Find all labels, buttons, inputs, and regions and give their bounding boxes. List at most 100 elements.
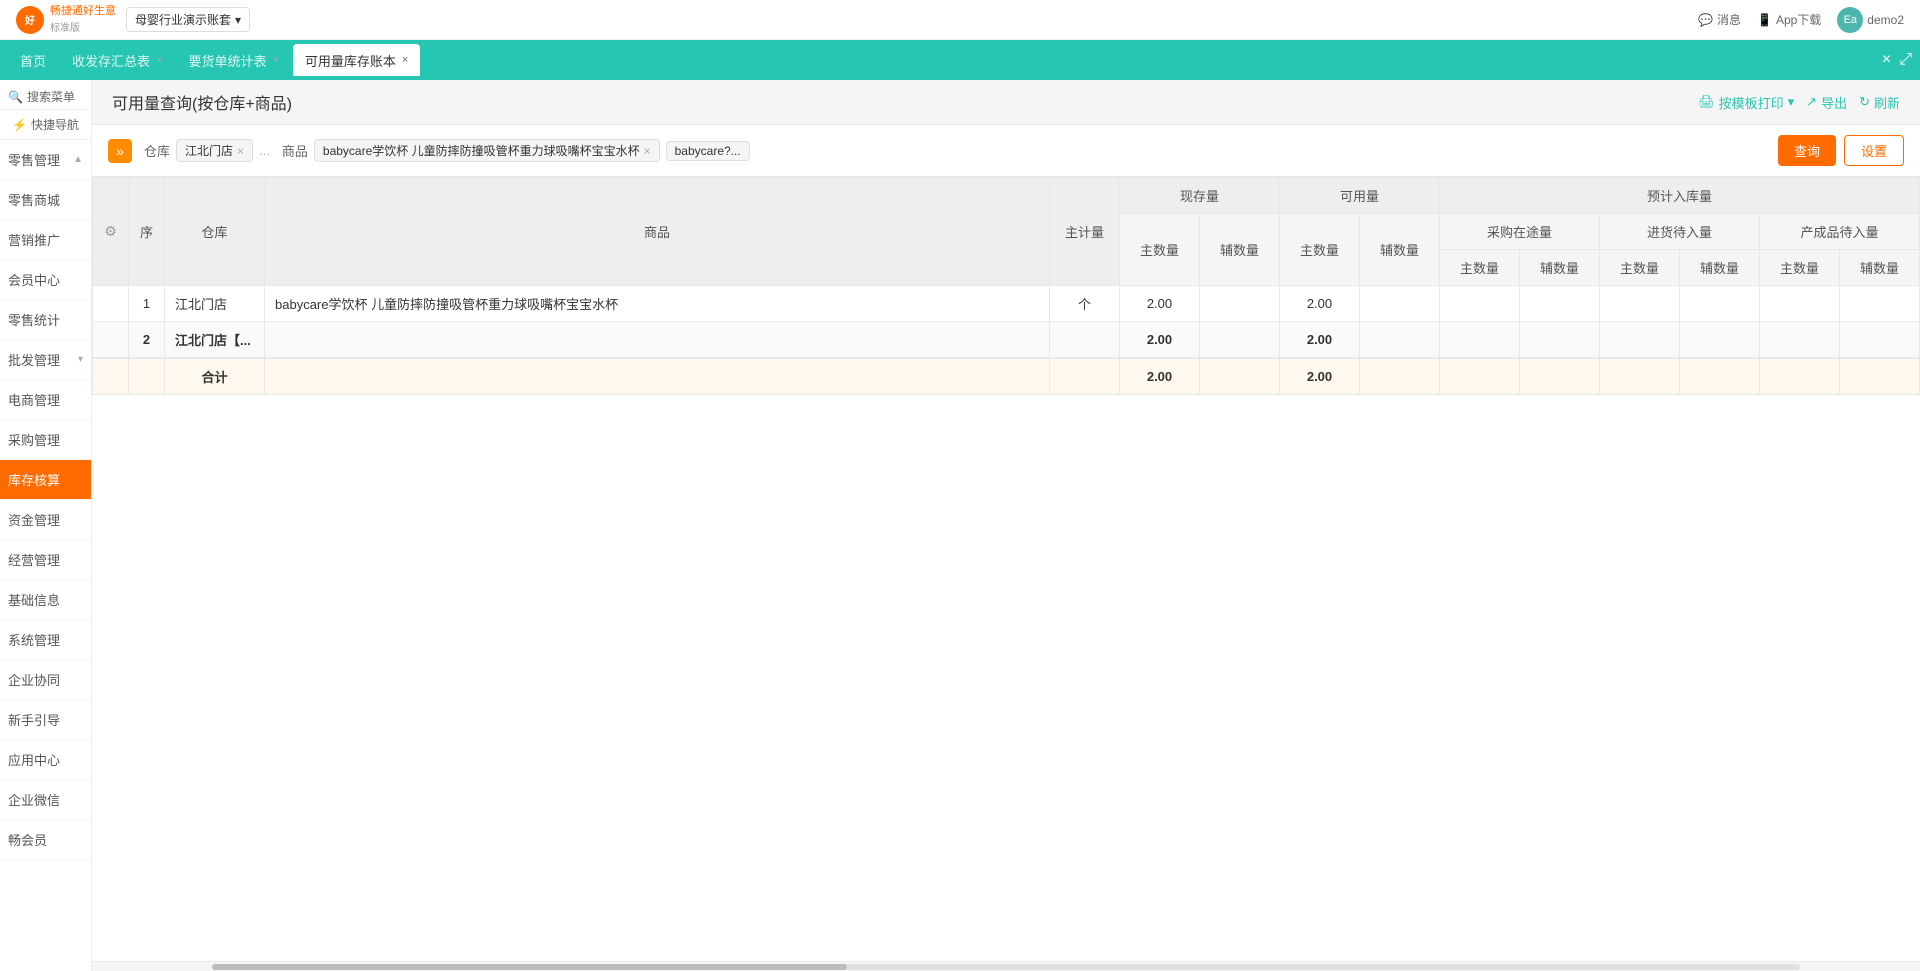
filter-toggle-button[interactable]: » (108, 139, 132, 163)
filter-area: » 仓库 江北门店 × ... 商品 babycare学饮杯 儿童防摔防撞吸管杯… (92, 125, 1920, 177)
warehouse-tag-remove[interactable]: × (237, 144, 244, 158)
product-filter-label: 商品 (282, 141, 308, 160)
export-button[interactable]: ↗ 导出 (1806, 93, 1847, 112)
sidebar-item-basic-info[interactable]: 基础信息 (0, 580, 91, 620)
footer-no (129, 358, 165, 395)
sidebar-item-inventory-check[interactable]: 库存核算 (0, 460, 91, 500)
sidebar-item-label: 批发管理 (8, 350, 60, 369)
tab-orders[interactable]: 要货单统计表 × (176, 44, 290, 76)
row-warehouse: 江北门店 (165, 286, 265, 322)
message-label: 消息 (1717, 11, 1741, 28)
warehouse-more-dots[interactable]: ... (259, 143, 270, 158)
sidebar-item-label: 库存核算 (8, 470, 60, 489)
sidebar-item-retail-stats[interactable]: 零售统计 (0, 300, 91, 340)
logo-text: 畅捷通好生意 标准版 (50, 5, 116, 33)
sidebar-item-label: 零售统计 (8, 310, 60, 329)
sidebar-item-operations[interactable]: 经营管理 (0, 540, 91, 580)
sidebar-item-enterprise-wechat[interactable]: 企业微信 (0, 780, 91, 820)
print-icon: 🖨 (1698, 94, 1715, 110)
logo-area: 好 畅捷通好生意 标准版 (16, 5, 116, 33)
horizontal-scrollbar[interactable] (92, 961, 1920, 971)
query-button[interactable]: 查询 (1778, 135, 1836, 166)
settings-button[interactable]: 设置 (1844, 135, 1904, 166)
tab-inventory-label: 可用量库存账本 (305, 51, 396, 70)
industry-select[interactable]: 母婴行业演示账套 ▾ (126, 7, 250, 32)
avatar: Ea (1837, 7, 1863, 33)
tab-receipts[interactable]: 收发存汇总表 × (60, 44, 174, 76)
th-gear[interactable]: ⚙ (93, 178, 129, 286)
export-icon: ↗ (1806, 94, 1817, 110)
sidebar-item-member[interactable]: 会员中心 (0, 260, 91, 300)
tab-inventory-close[interactable]: × (402, 54, 408, 66)
maximize-icon[interactable]: ⤢ (1899, 51, 1912, 69)
th-purch-transit: 采购在途量 (1440, 214, 1600, 250)
sidebar-item-label: 系统管理 (8, 630, 60, 649)
sidebar-item-label: 资金管理 (8, 510, 60, 529)
chevron-icon: ▾ (78, 354, 83, 365)
sidebar-item-finance[interactable]: 资金管理 (0, 500, 91, 540)
th-available: 可用量 (1280, 178, 1440, 214)
th-planned-in: 预计入库量 (1440, 178, 1920, 214)
th-prod-pending: 产成品待入量 (1760, 214, 1920, 250)
row2-pending-main (1600, 322, 1680, 359)
row2-avail-aux (1360, 322, 1440, 359)
print-dropdown-icon: ▾ (1788, 94, 1795, 110)
sidebar-item-marketing[interactable]: 营销推广 (0, 220, 91, 260)
sidebar-item-app-center[interactable]: 应用中心 (0, 740, 91, 780)
row-stock-aux (1200, 286, 1280, 322)
th-avail-main: 主数量 (1280, 214, 1360, 286)
table-container[interactable]: ⚙ 序 仓库 商品 主计量 现存量 可用量 预计入库量 主数量 辅数量 主数量 (92, 177, 1920, 961)
quick-nav-label: 快捷导航 (31, 116, 79, 133)
warehouse-filter-tag[interactable]: 江北门店 × (176, 139, 253, 162)
footer-avail-aux (1360, 358, 1440, 395)
template-badge: 标准版 (50, 19, 116, 34)
sidebar: 🔍 搜索菜单 ⚡ 快捷导航 零售管理 ▲ 零售商城 营销推广 会员中心 零售统计… (0, 80, 92, 971)
sidebar-item-label: 企业协同 (8, 670, 60, 689)
sidebar-item-purchase[interactable]: 采购管理 (0, 420, 91, 460)
th-pending-aux: 辅数量 (1680, 250, 1760, 286)
tab-inventory[interactable]: 可用量库存账本 × (293, 44, 420, 76)
row2-product (265, 322, 1050, 359)
sidebar-item-ecommerce[interactable]: 电商管理 (0, 380, 91, 420)
row2-main-unit (1050, 322, 1120, 359)
sidebar-item-wholesale-mgmt[interactable]: 批发管理 ▾ (0, 340, 91, 380)
sidebar-item-label: 零售商城 (8, 190, 60, 209)
sidebar-item-retail-mall[interactable]: 零售商城 (0, 180, 91, 220)
row2-stock-aux (1200, 322, 1280, 359)
row2-avail-main: 2.00 (1280, 322, 1360, 359)
close-window-icon[interactable]: × (1882, 51, 1891, 69)
print-button[interactable]: 🖨 按模板打印 ▾ (1698, 93, 1794, 112)
tab-orders-close[interactable]: × (272, 54, 278, 66)
product-tag2-value: babycare?... (675, 144, 741, 158)
row2-gear (93, 322, 129, 359)
sidebar-item-system[interactable]: 系统管理 (0, 620, 91, 660)
th-pending-in: 进货待入量 (1600, 214, 1760, 250)
sidebar-item-enterprise[interactable]: 企业协同 (0, 660, 91, 700)
sidebar-item-new-guide[interactable]: 新手引导 (0, 700, 91, 740)
row2-stock-main: 2.00 (1120, 322, 1200, 359)
sidebar-item-vip[interactable]: 畅会员 (0, 820, 91, 860)
sidebar-quick-nav[interactable]: ⚡ 快捷导航 (0, 110, 91, 140)
product-filter-tag1[interactable]: babycare学饮杯 儿童防摔防撞吸管杯重力球吸嘴杯宝宝水杯 × (314, 139, 660, 162)
page-title: 可用量查询(按仓库+商品) (112, 90, 292, 114)
footer-purch-aux (1520, 358, 1600, 395)
product-filter-tag2[interactable]: babycare?... (666, 141, 750, 161)
refresh-button[interactable]: ↻ 刷新 (1859, 93, 1900, 112)
message-button[interactable]: 💬 消息 (1698, 11, 1741, 28)
tab-receipts-close[interactable]: × (156, 54, 162, 66)
content-area: 可用量查询(按仓库+商品) 🖨 按模板打印 ▾ ↗ 导出 ↻ 刷新 (92, 80, 1920, 971)
sidebar-item-label: 新手引导 (8, 710, 60, 729)
tab-bar: 首页 收发存汇总表 × 要货单统计表 × 可用量库存账本 × × ⤢ (0, 40, 1920, 80)
user-area[interactable]: Ea demo2 (1837, 7, 1904, 33)
product-tag1-value: babycare学饮杯 儿童防摔防撞吸管杯重力球吸嘴杯宝宝水杯 (323, 142, 640, 159)
scroll-thumb (212, 964, 847, 970)
sidebar-item-label: 企业微信 (8, 790, 60, 809)
sidebar-item-retail-mgmt[interactable]: 零售管理 ▲ (0, 140, 91, 180)
chevron-down-icon: ▾ (235, 13, 241, 27)
app-download-button[interactable]: 📱 App下载 (1757, 11, 1821, 28)
tab-home[interactable]: 首页 (8, 44, 58, 76)
product-tag1-remove[interactable]: × (644, 144, 651, 158)
filter-toggle-icon: » (116, 143, 124, 159)
tab-orders-label: 要货单统计表 (188, 51, 266, 70)
sidebar-search[interactable]: 🔍 搜索菜单 (0, 80, 91, 110)
